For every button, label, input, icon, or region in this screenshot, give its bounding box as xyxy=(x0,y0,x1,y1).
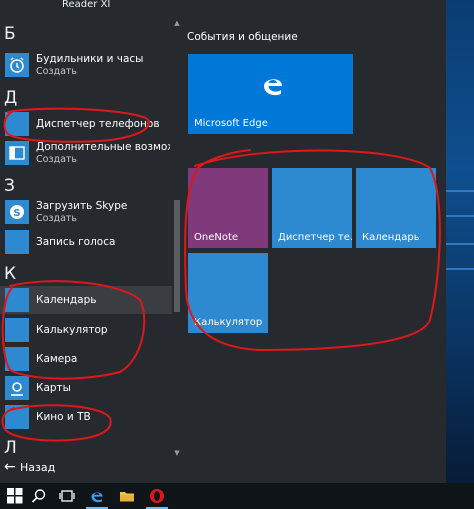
app-name: Камера xyxy=(36,353,78,365)
app-item-voice-recorder[interactable]: Запись голоса xyxy=(0,228,172,256)
tile-label: Календарь xyxy=(362,232,420,243)
alarm-clock-icon xyxy=(5,53,29,77)
task-view-button[interactable] xyxy=(52,483,82,509)
app-name: Календарь xyxy=(36,294,97,306)
app-list: Б Будильники и часы Создать Д Диспетчер … xyxy=(0,18,172,458)
app-item-camera[interactable]: Камера xyxy=(0,345,172,373)
tile-onenote[interactable]: OneNote xyxy=(188,168,268,248)
tile-calculator[interactable]: Калькулятор xyxy=(188,253,268,333)
wallpaper-light-streak xyxy=(446,243,474,245)
opera-icon xyxy=(150,489,164,503)
back-arrow-icon: ← xyxy=(4,459,16,475)
scroll-down-arrow-icon[interactable]: ▼ xyxy=(172,448,182,458)
desktop-wallpaper xyxy=(446,0,474,483)
tile-group-title[interactable]: События и общение xyxy=(187,30,298,44)
app-name: Диспетчер телефонов xyxy=(36,118,160,130)
app-badge-new: Создать xyxy=(36,154,78,165)
app-item-movies-tv[interactable]: Кино и ТВ xyxy=(0,403,172,431)
scrollbar-thumb[interactable] xyxy=(174,200,180,312)
tile-microsoft-edge[interactable]: Microsoft Edge xyxy=(188,54,353,134)
app-name: Запись голоса xyxy=(36,236,116,248)
movies-tv-icon xyxy=(5,405,29,429)
app-badge-new: Создать xyxy=(36,213,78,224)
tile-label: OneNote xyxy=(194,232,239,243)
tiles-area: События и общение Microsoft Edge OneNote… xyxy=(182,24,446,464)
tile-label: Диспетчер те... xyxy=(278,232,352,243)
tile-label: Microsoft Edge xyxy=(194,118,268,129)
edge-icon xyxy=(264,79,282,96)
app-item-phone-companion[interactable]: Диспетчер телефонов xyxy=(0,110,172,138)
app-badge-new: Создать xyxy=(36,66,78,77)
calendar-icon xyxy=(5,288,29,312)
wallpaper-light-streak xyxy=(446,215,474,217)
app-item-calendar[interactable]: Календарь xyxy=(0,286,172,314)
group-header-k[interactable]: К xyxy=(4,262,16,286)
phone-companion-icon xyxy=(5,112,29,136)
search-icon xyxy=(31,489,46,503)
app-item-skype[interactable]: S Загрузить Skype Создать xyxy=(0,198,172,226)
group-header-z[interactable]: З xyxy=(4,174,15,198)
group-header-l[interactable]: Л xyxy=(4,436,17,460)
back-label: Назад xyxy=(20,461,56,474)
group-header-d[interactable]: Д xyxy=(4,86,17,110)
skype-icon: S xyxy=(5,200,29,224)
search-button[interactable] xyxy=(24,483,54,509)
app-item-alarms[interactable]: Будильники и часы Создать xyxy=(0,51,172,79)
taskbar xyxy=(0,483,474,509)
desktop-icon-label: Reader XI xyxy=(62,0,111,10)
app-item-maps[interactable]: Карты xyxy=(0,374,172,402)
tile-phone-companion[interactable]: Диспетчер те... xyxy=(272,168,352,248)
app-item-extra-features[interactable]: Дополнительные возможно... Создать xyxy=(0,139,172,167)
maps-icon xyxy=(5,376,29,400)
voice-recorder-icon xyxy=(5,230,29,254)
taskbar-explorer-button[interactable] xyxy=(112,483,142,509)
app-name: Кино и ТВ xyxy=(36,411,91,423)
wallpaper-light-streak xyxy=(446,268,474,270)
windows-start-icon xyxy=(7,488,23,504)
scroll-up-arrow-icon[interactable]: ▲ xyxy=(172,18,182,28)
back-button[interactable]: ← Назад xyxy=(4,458,164,476)
wallpaper-light-streak xyxy=(446,190,474,192)
svg-text:S: S xyxy=(13,208,20,219)
get-office-icon xyxy=(5,141,29,165)
group-header-b[interactable]: Б xyxy=(4,22,16,46)
app-name: Калькулятор xyxy=(36,324,108,336)
calculator-icon xyxy=(5,318,29,342)
edge-icon xyxy=(91,492,103,503)
tile-calendar[interactable]: Календарь xyxy=(356,168,436,248)
app-list-scrollbar[interactable]: ▲ ▼ xyxy=(172,18,182,458)
file-explorer-icon xyxy=(120,492,134,502)
camera-icon xyxy=(5,347,29,371)
task-view-icon xyxy=(59,490,75,502)
start-menu: Reader XI Б Будильники и часы Создать Д … xyxy=(0,0,446,483)
app-item-calculator[interactable]: Калькулятор xyxy=(0,316,172,344)
app-name: Карты xyxy=(36,382,71,394)
taskbar-edge-button[interactable] xyxy=(82,483,112,509)
tile-label: Калькулятор xyxy=(194,317,263,328)
taskbar-opera-button[interactable] xyxy=(142,483,172,509)
